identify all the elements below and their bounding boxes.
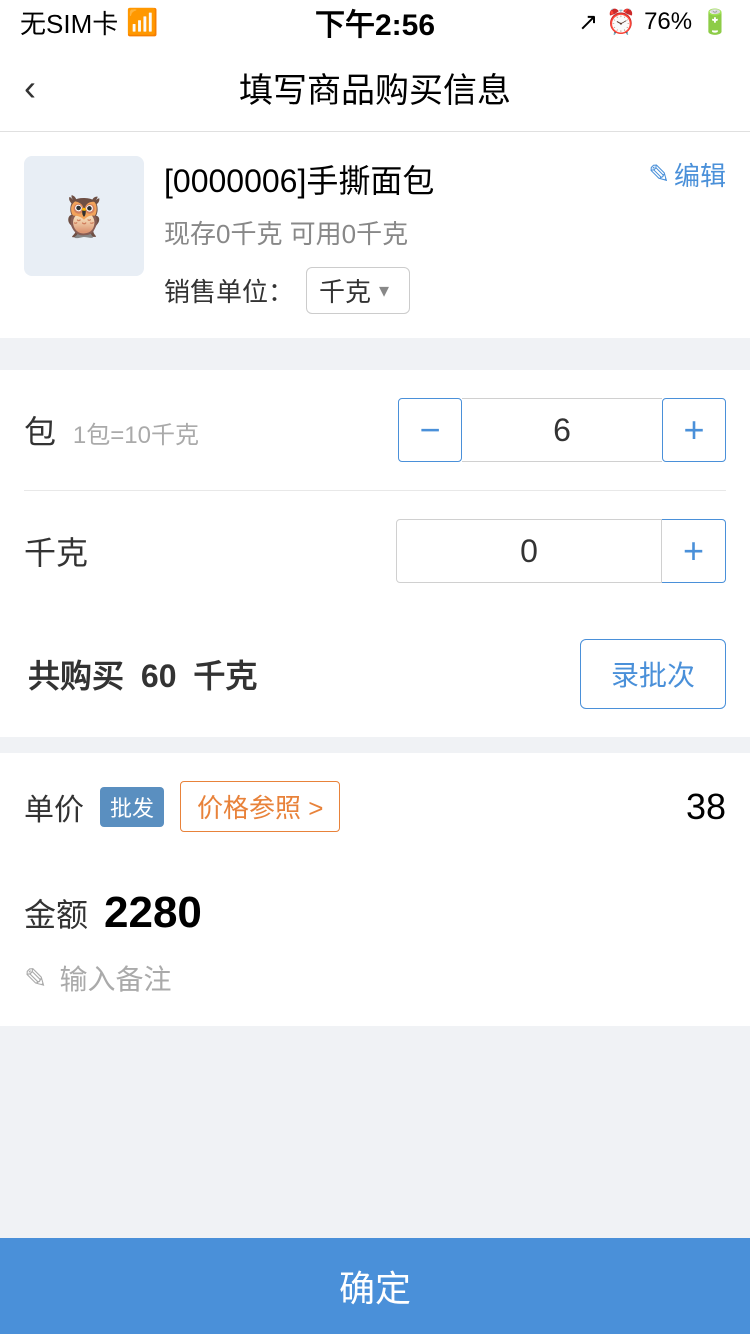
input-section: 包 1包=10千克 − + 千克 + xyxy=(0,370,750,611)
package-input-row: 包 1包=10千克 − + xyxy=(24,370,726,491)
dropdown-arrow-icon: ▾ xyxy=(379,278,389,303)
amount-row: 金额 2280 xyxy=(24,888,726,938)
nav-bar: ‹ 填写商品购买信息 xyxy=(0,44,750,132)
page-title: 填写商品购买信息 xyxy=(239,63,511,112)
carrier-label: 无SIM卡 xyxy=(20,4,118,41)
status-right: ↗ ⏰ 76% 🔋 xyxy=(578,8,730,37)
separator-1 xyxy=(0,354,750,370)
price-value: 38 xyxy=(686,786,726,828)
price-tag: 批发 xyxy=(100,787,164,827)
unit-value: 千克 xyxy=(319,272,371,309)
price-section: 单价 批发 价格参照 > 38 xyxy=(0,737,750,860)
summary-amount: 60 xyxy=(141,658,177,694)
status-time: 下午2:56 xyxy=(315,0,435,44)
amount-value: 2280 xyxy=(104,888,202,938)
back-button[interactable]: ‹ xyxy=(24,67,36,109)
confirm-button-label: 确定 xyxy=(339,1260,411,1312)
product-name: [0000006]手撕面包 xyxy=(164,156,434,202)
package-label: 包 1包=10千克 xyxy=(24,407,398,453)
summary-section: 共购买 60 千克 录批次 xyxy=(0,611,750,737)
product-header: [0000006]手撕面包 ✎ 编辑 xyxy=(164,156,726,202)
confirm-button[interactable]: 确定 xyxy=(0,1238,750,1334)
pencil-icon: ✎ xyxy=(24,962,47,995)
summary-text: 共购买 60 千克 xyxy=(24,651,261,697)
package-qty-input[interactable] xyxy=(462,398,662,462)
battery-icon: 🔋 xyxy=(700,8,730,37)
kg-plus-button[interactable]: + xyxy=(662,519,726,583)
battery-label: 76% xyxy=(644,8,692,36)
status-bar: 无SIM卡 📶 下午2:56 ↗ ⏰ 76% 🔋 xyxy=(0,0,750,44)
product-stock: 现存0千克 可用0千克 xyxy=(164,214,726,251)
kg-qty-input[interactable] xyxy=(396,519,662,583)
package-minus-button[interactable]: − xyxy=(398,398,462,462)
kg-input-row: 千克 + xyxy=(24,491,726,611)
record-batch-button[interactable]: 录批次 xyxy=(580,639,726,709)
unit-select[interactable]: 千克 ▾ xyxy=(306,267,410,314)
note-row[interactable]: ✎ 输入备注 xyxy=(24,958,726,1026)
price-label: 单价 xyxy=(24,785,84,829)
kg-qty-control: + xyxy=(396,519,726,583)
amount-label: 金额 xyxy=(24,890,88,936)
kg-label: 千克 xyxy=(24,528,396,574)
edit-button[interactable]: ✎ 编辑 xyxy=(648,156,726,193)
product-logo: 🦉 xyxy=(59,193,109,240)
summary-unit: 千克 xyxy=(193,658,257,694)
package-qty-control: − + xyxy=(398,398,726,462)
unit-prefix: 销售单位： xyxy=(164,272,294,309)
summary-prefix: 共购买 xyxy=(28,658,124,694)
product-info: [0000006]手撕面包 ✎ 编辑 现存0千克 可用0千克 销售单位： 千克 … xyxy=(164,156,726,314)
gray-fill-area xyxy=(0,1026,750,1238)
wifi-icon: 📶 xyxy=(126,7,158,38)
alarm-icon: ⏰ xyxy=(606,8,636,37)
edit-icon: ✎ xyxy=(648,159,670,190)
status-left: 无SIM卡 📶 xyxy=(20,4,159,41)
product-unit: 销售单位： 千克 ▾ xyxy=(164,267,726,314)
price-reference-button[interactable]: 价格参照 > xyxy=(180,781,340,832)
product-image: 🦉 xyxy=(24,156,144,276)
note-placeholder: 输入备注 xyxy=(59,958,171,998)
package-sublabel: 1包=10千克 xyxy=(73,422,199,449)
package-plus-button[interactable]: + xyxy=(662,398,726,462)
edit-label: 编辑 xyxy=(674,156,726,193)
location-icon: ↗ xyxy=(578,8,598,37)
amount-section: 金额 2280 ✎ 输入备注 xyxy=(0,860,750,1026)
price-ref-label: 价格参照 > xyxy=(197,788,323,825)
package-label-text: 包 xyxy=(24,414,56,450)
product-card: 🦉 [0000006]手撕面包 ✎ 编辑 现存0千克 可用0千克 销售单位： 千… xyxy=(0,132,750,338)
